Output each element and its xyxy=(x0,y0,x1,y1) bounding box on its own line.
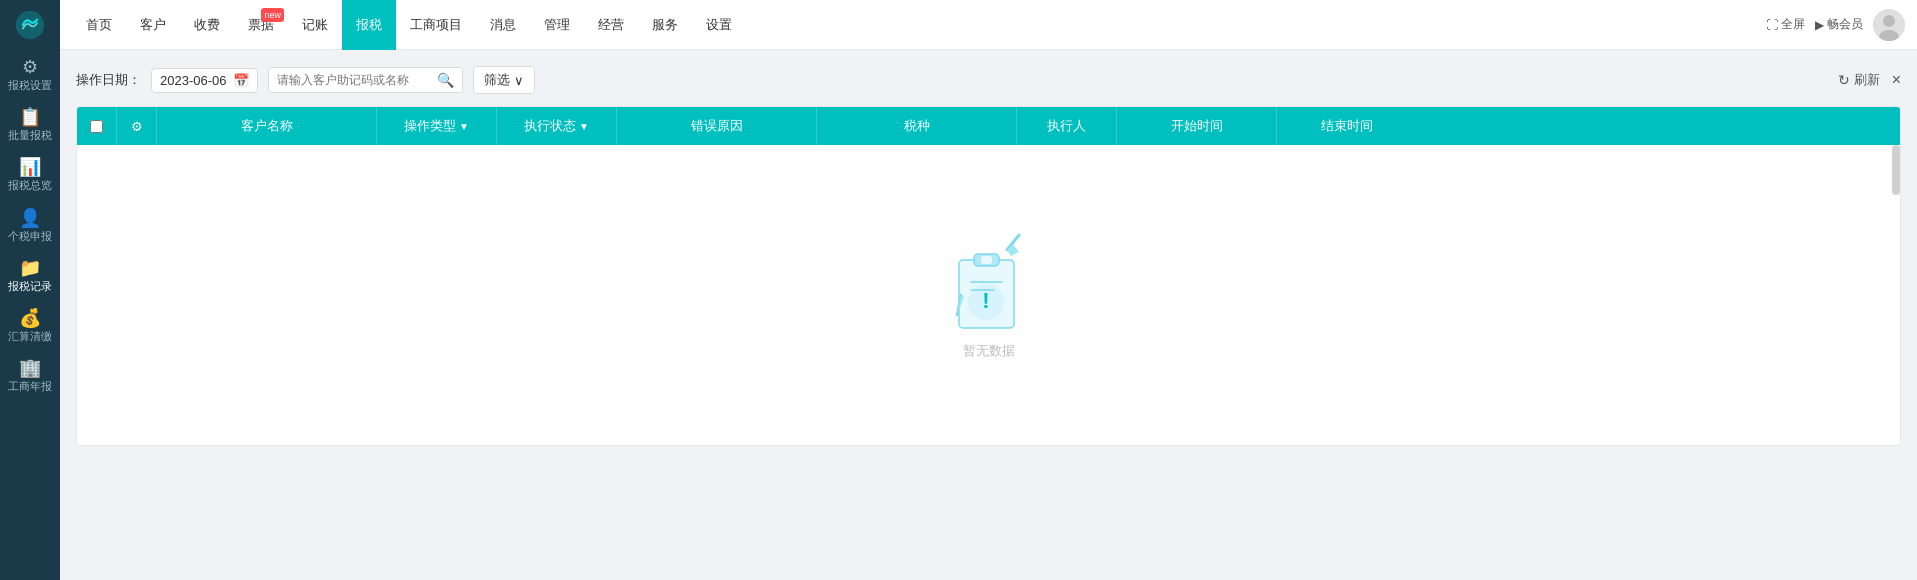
sidebar-item-piliang-baoshui[interactable]: 📋 批量报税 xyxy=(0,100,60,150)
nav-item-baoshui[interactable]: 报税 xyxy=(342,0,396,50)
close-icon: × xyxy=(1892,71,1901,88)
content-area: 操作日期： 2023-06-06 📅 🔍 筛选 ∨ ↻ 刷新 × xyxy=(60,50,1917,580)
date-value: 2023-06-06 xyxy=(160,73,227,88)
toolbar-right: ↻ 刷新 × xyxy=(1838,71,1901,89)
sort-icon-status: ▼ xyxy=(579,121,589,132)
nav-item-gongshang-xiangmu[interactable]: 工商项目 xyxy=(396,0,476,50)
sidebar-item-baoshui-zonglanjia[interactable]: 📊 报税总览 xyxy=(0,150,60,200)
refresh-icon: ↻ xyxy=(1838,72,1850,88)
nav-item-shoufei[interactable]: 收费 xyxy=(180,0,234,50)
nav-item-kehu[interactable]: 客户 xyxy=(126,0,180,50)
empty-text: 暂无数据 xyxy=(963,342,1015,360)
th-tax-type: 税种 xyxy=(817,107,1017,145)
nav-item-jingying[interactable]: 经营 xyxy=(584,0,638,50)
table-body: ! 暂无数据 xyxy=(77,145,1900,445)
nav-items: 首页客户收费票据new记账报税工商项目消息管理经营服务设置 xyxy=(72,0,1766,50)
th-exec-status[interactable]: 执行状态 ▼ xyxy=(497,107,617,145)
sidebar-item-baoshui-jilu[interactable]: 📁 报税记录 xyxy=(0,251,60,301)
nav-item-shouye[interactable]: 首页 xyxy=(72,0,126,50)
nav-right: ⛶ 全屏 ▶ 畅会员 xyxy=(1766,9,1905,41)
sidebar-icon-baoshui-zonglanjia: 📊 xyxy=(19,158,41,176)
search-field-wrap: 🔍 xyxy=(268,67,463,93)
th-start-time: 开始时间 xyxy=(1117,107,1277,145)
nav-item-jizhan[interactable]: 记账 xyxy=(288,0,342,50)
sidebar-logo xyxy=(0,0,60,50)
empty-state: ! 暂无数据 xyxy=(77,145,1900,445)
sidebar-item-baoshui-shezhi[interactable]: ⚙ 报税设置 xyxy=(0,50,60,100)
svg-text:!: ! xyxy=(982,288,989,313)
sidebar-item-huisuan-jiaona[interactable]: 💰 汇算清缴 xyxy=(0,301,60,351)
search-button[interactable]: 🔍 xyxy=(429,68,462,92)
sidebar-label-baoshui-zonglanjia: 报税总览 xyxy=(8,179,52,192)
sidebar-icon-baoshui-shezhi: ⚙ xyxy=(22,58,38,76)
th-error-reason: 错误原因 xyxy=(617,107,817,145)
sidebar-label-huisuan-jiaona: 汇算清缴 xyxy=(8,330,52,343)
th-end-time: 结束时间 xyxy=(1277,107,1417,145)
sidebar-item-geshuishen-bao[interactable]: 👤 个税申报 xyxy=(0,201,60,251)
calendar-icon: 📅 xyxy=(233,73,249,88)
top-navigation: 首页客户收费票据new记账报税工商项目消息管理经营服务设置 ⛶ 全屏 ▶ 畅会员 xyxy=(60,0,1917,50)
sort-icon-operation: ▼ xyxy=(459,121,469,132)
date-picker[interactable]: 2023-06-06 📅 xyxy=(151,68,258,93)
nav-item-fuwu[interactable]: 服务 xyxy=(638,0,692,50)
sidebar-item-gongshang-nianban[interactable]: 🏢 工商年报 xyxy=(0,351,60,401)
chevron-down-icon: ∨ xyxy=(514,73,524,88)
member-label: 畅会员 xyxy=(1827,16,1863,33)
table-header: ⚙ 客户名称 操作类型 ▼ 执行状态 ▼ 错误原因 税种 xyxy=(77,107,1900,145)
filter-button[interactable]: 筛选 ∨ xyxy=(473,66,535,94)
sidebar-icon-gongshang-nianban: 🏢 xyxy=(19,359,41,377)
sidebar-label-baoshui-jilu: 报税记录 xyxy=(8,280,52,293)
toolbar: 操作日期： 2023-06-06 📅 🔍 筛选 ∨ ↻ 刷新 × xyxy=(76,66,1901,94)
nav-item-shezhi[interactable]: 设置 xyxy=(692,0,746,50)
sidebar-icon-geshuishen-bao: 👤 xyxy=(19,209,41,227)
fullscreen-button[interactable]: ⛶ 全屏 xyxy=(1766,16,1805,33)
th-checkbox[interactable] xyxy=(77,107,117,145)
th-client-name: 客户名称 xyxy=(157,107,377,145)
refresh-button[interactable]: ↻ 刷新 xyxy=(1838,71,1880,89)
svg-rect-8 xyxy=(981,256,992,264)
th-executor: 执行人 xyxy=(1017,107,1117,145)
nav-item-piaoju[interactable]: 票据new xyxy=(234,0,288,50)
svg-point-2 xyxy=(1883,15,1895,27)
sidebar-icon-piliang-baoshui: 📋 xyxy=(19,108,41,126)
empty-illustration: ! xyxy=(939,230,1039,330)
sidebar-label-gongshang-nianban: 工商年报 xyxy=(8,380,52,393)
search-input[interactable] xyxy=(269,69,429,91)
main-area: 首页客户收费票据new记账报税工商项目消息管理经营服务设置 ⛶ 全屏 ▶ 畅会员 xyxy=(60,0,1917,580)
badge-piaoju: new xyxy=(261,8,284,22)
sidebar-label-geshuishen-bao: 个税申报 xyxy=(8,230,52,243)
sidebar-label-baoshui-shezhi: 报税设置 xyxy=(8,79,52,92)
settings-icon: ⚙ xyxy=(131,119,143,134)
fullscreen-label: 全屏 xyxy=(1781,16,1805,33)
th-settings[interactable]: ⚙ xyxy=(117,107,157,145)
nav-item-xiaoxi[interactable]: 消息 xyxy=(476,0,530,50)
sidebar-icon-huisuan-jiaona: 💰 xyxy=(19,309,41,327)
member-button[interactable]: ▶ 畅会员 xyxy=(1815,16,1863,33)
filter-label: 筛选 xyxy=(484,71,510,89)
member-icon: ▶ xyxy=(1815,18,1824,32)
sidebar-label-piliang-baoshui: 批量报税 xyxy=(8,129,52,142)
scrollbar-indicator[interactable] xyxy=(1892,145,1900,195)
date-label: 操作日期： xyxy=(76,71,141,89)
th-operation-type[interactable]: 操作类型 ▼ xyxy=(377,107,497,145)
user-avatar[interactable] xyxy=(1873,9,1905,41)
fullscreen-icon: ⛶ xyxy=(1766,18,1778,32)
data-table: ⚙ 客户名称 操作类型 ▼ 执行状态 ▼ 错误原因 税种 xyxy=(76,106,1901,446)
sidebar: ⚙ 报税设置 📋 批量报税 📊 报税总览 👤 个税申报 📁 报税记录 💰 汇算清… xyxy=(0,0,60,580)
refresh-label: 刷新 xyxy=(1854,71,1880,89)
select-all-checkbox[interactable] xyxy=(90,120,103,133)
close-button[interactable]: × xyxy=(1892,71,1901,89)
nav-item-guanli[interactable]: 管理 xyxy=(530,0,584,50)
sidebar-icon-baoshui-jilu: 📁 xyxy=(19,259,41,277)
